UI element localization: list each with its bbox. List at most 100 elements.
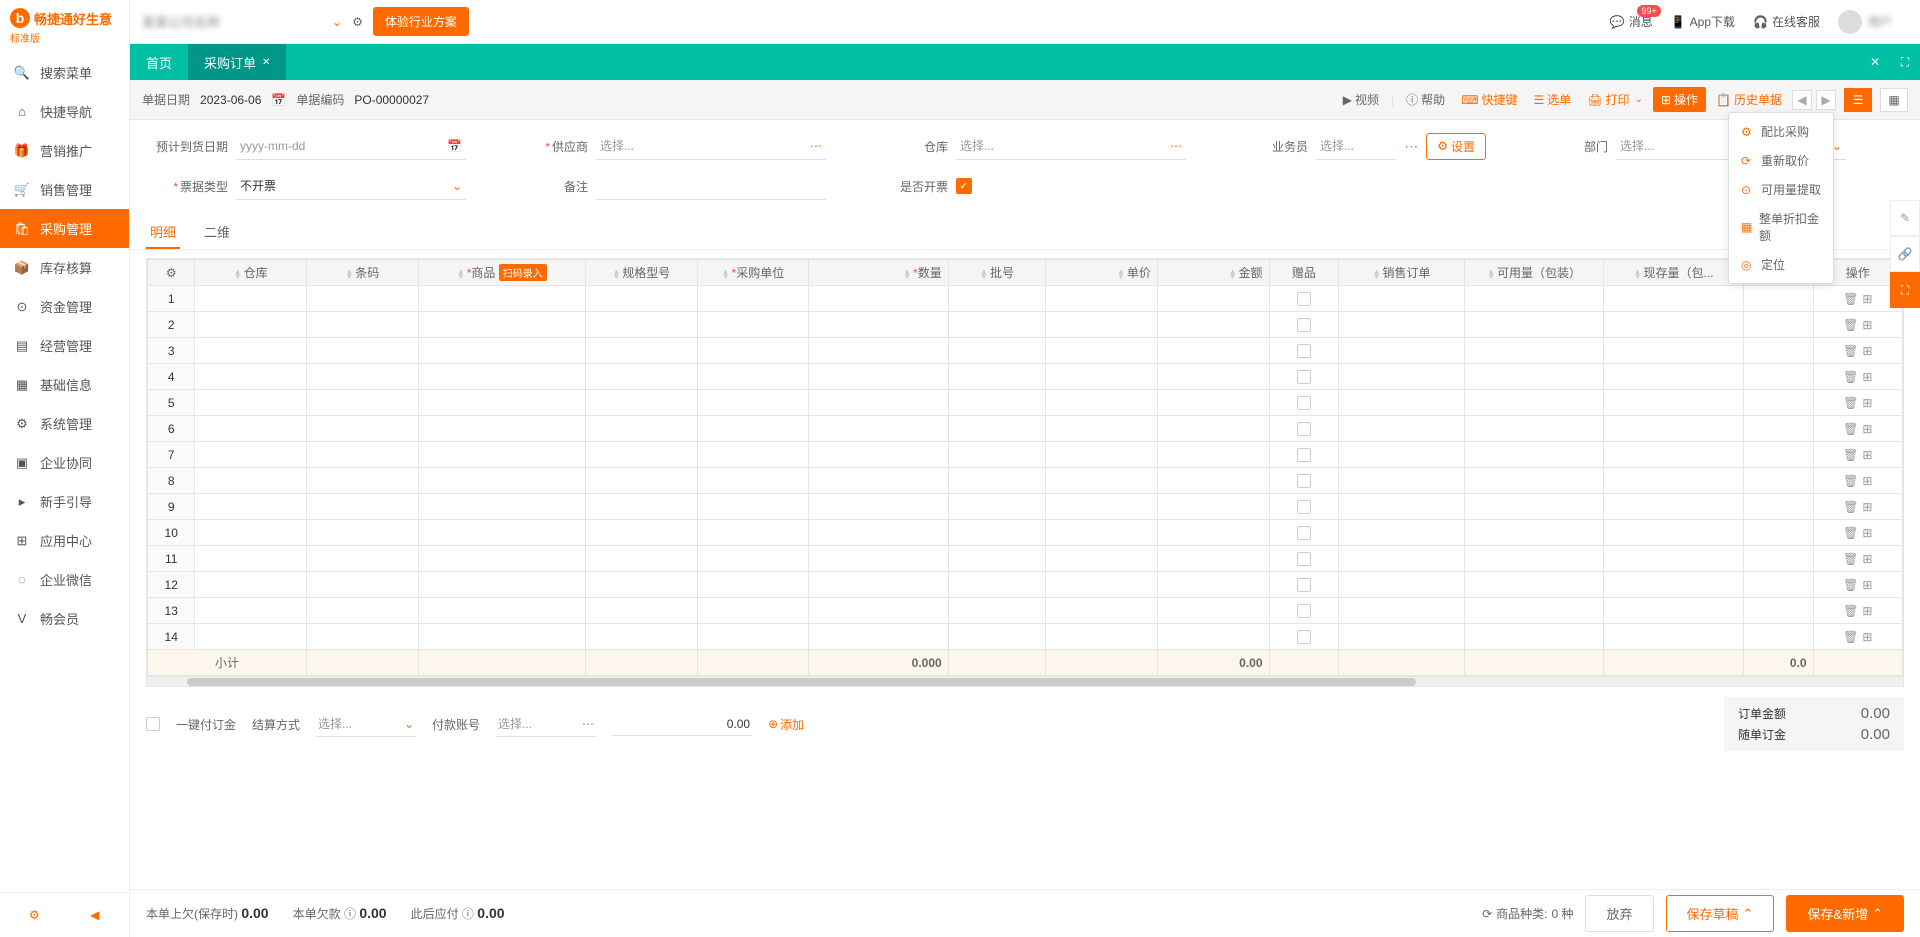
subtab-detail[interactable]: 明细 — [146, 216, 180, 249]
sidebar-collapse[interactable]: ◀ — [69, 901, 122, 929]
date-value[interactable]: 2023-06-06 — [200, 93, 261, 107]
gift-checkbox[interactable] — [1297, 604, 1311, 618]
delete-icon[interactable]: 🗑 — [1843, 474, 1858, 488]
refresh-icon[interactable]: ⟳ — [1482, 907, 1492, 921]
col-gift[interactable]: 赠品 — [1269, 260, 1339, 286]
company-name[interactable]: 某某公司名称 — [142, 12, 322, 31]
table-row[interactable]: 12🗑⊞ — [148, 572, 1903, 598]
delete-icon[interactable]: 🗑 — [1843, 422, 1858, 436]
subtab-2d[interactable]: 二维 — [200, 216, 234, 249]
tab-home[interactable]: 首页 — [130, 44, 188, 80]
nav-search[interactable]: 🔍搜索菜单 — [0, 53, 129, 92]
prev-button[interactable]: ◀ — [1792, 90, 1812, 110]
info-icon[interactable]: ⓘ — [344, 907, 356, 921]
table-row[interactable]: 11🗑⊞ — [148, 546, 1903, 572]
gift-checkbox[interactable] — [1297, 370, 1311, 384]
scan-tag[interactable]: 扫码录入 — [499, 264, 547, 281]
nav-quick[interactable]: ⌂快捷导航 — [0, 92, 129, 131]
delete-icon[interactable]: 🗑 — [1843, 396, 1858, 410]
nav-vip[interactable]: V畅会员 — [0, 599, 129, 638]
col-qty[interactable]: ▲▼*数量 — [809, 260, 949, 286]
company-settings-icon[interactable]: ⚙ — [352, 15, 363, 29]
msg-link[interactable]: 💬 消息 99+ — [1610, 13, 1653, 30]
dd-available[interactable]: ⊙可用量提取 — [1729, 175, 1833, 204]
help-link[interactable]: ⓘ帮助 — [1400, 87, 1451, 112]
gift-checkbox[interactable] — [1297, 318, 1311, 332]
gift-checkbox[interactable] — [1297, 474, 1311, 488]
nav-inventory[interactable]: 📦库存核算 — [0, 248, 129, 287]
col-batch[interactable]: ▲▼批号 — [948, 260, 1046, 286]
dd-locate[interactable]: ◎定位 — [1729, 250, 1833, 279]
col-available[interactable]: ▲▼可用量（包装） — [1464, 260, 1604, 286]
warehouse-input[interactable]: 选择...⋯ — [956, 132, 1186, 160]
col-salesorder[interactable]: ▲▼销售订单 — [1339, 260, 1465, 286]
gift-checkbox[interactable] — [1297, 630, 1311, 644]
nav-guide[interactable]: ▸新手引导 — [0, 482, 129, 521]
nav-wecom[interactable]: ◌企业微信 — [0, 560, 129, 599]
gift-checkbox[interactable] — [1297, 292, 1311, 306]
col-stock[interactable]: ▲▼现存量（包... — [1604, 260, 1744, 286]
delete-icon[interactable]: 🗑 — [1843, 552, 1858, 566]
app-download-link[interactable]: 📱App下载 — [1671, 13, 1735, 30]
insert-icon[interactable]: ⊞ — [1862, 500, 1872, 514]
paymethod-input[interactable]: 选择...⌄ — [316, 711, 416, 737]
tab-purchase-order[interactable]: 采购订单 ✕ — [188, 44, 286, 80]
remark-input[interactable] — [596, 172, 826, 200]
rail-attach[interactable]: 🔗 — [1890, 236, 1920, 272]
insert-icon[interactable]: ⊞ — [1862, 422, 1872, 436]
table-row[interactable]: 7🗑⊞ — [148, 442, 1903, 468]
delete-icon[interactable]: 🗑 — [1843, 500, 1858, 514]
table-row[interactable]: 1🗑⊞ — [148, 286, 1903, 312]
table-row[interactable]: 9🗑⊞ — [148, 494, 1903, 520]
insert-icon[interactable]: ⊞ — [1862, 552, 1872, 566]
insert-icon[interactable]: ⊞ — [1862, 396, 1872, 410]
dd-discount[interactable]: ▦整单折扣金额 — [1729, 204, 1833, 250]
view-list-button[interactable]: ☰ — [1844, 88, 1872, 112]
col-amount[interactable]: ▲▼金额 — [1157, 260, 1269, 286]
nav-apps[interactable]: ⊞应用中心 — [0, 521, 129, 560]
more-icon[interactable]: ⋯ — [1170, 139, 1182, 153]
gift-checkbox[interactable] — [1297, 422, 1311, 436]
nav-system[interactable]: ⚙系统管理 — [0, 404, 129, 443]
insert-icon[interactable]: ⊞ — [1862, 318, 1872, 332]
payaccount-input[interactable]: 选择...⋯ — [496, 711, 596, 737]
gift-checkbox[interactable] — [1297, 552, 1311, 566]
save-new-button[interactable]: 保存&新增⌃ — [1786, 895, 1904, 932]
insert-icon[interactable]: ⊞ — [1862, 292, 1872, 306]
invoice-checkbox[interactable]: ✓ — [956, 178, 972, 194]
cs-link[interactable]: 🎧在线客服 — [1753, 13, 1820, 30]
info-icon[interactable]: ⓘ — [462, 907, 474, 921]
delete-icon[interactable]: 🗑 — [1843, 344, 1858, 358]
select-link[interactable]: ☰选单 — [1528, 87, 1578, 112]
table-row[interactable]: 6🗑⊞ — [148, 416, 1903, 442]
nav-collab[interactable]: ▣企业协同 — [0, 443, 129, 482]
settings-button[interactable]: ⚙设置 — [1426, 133, 1486, 160]
close-icon[interactable]: ✕ — [262, 57, 270, 68]
table-row[interactable]: 2🗑⊞ — [148, 312, 1903, 338]
insert-icon[interactable]: ⊞ — [1862, 578, 1872, 592]
form-more-button[interactable]: ⋯ — [1404, 138, 1418, 155]
insert-icon[interactable]: ⊞ — [1862, 526, 1872, 540]
payvalue-input[interactable]: 0.00 — [612, 713, 752, 736]
view-grid-button[interactable]: ▦ — [1880, 88, 1908, 112]
expect-date-input[interactable]: yyyy-mm-dd📅 — [236, 132, 466, 160]
gift-checkbox[interactable] — [1297, 578, 1311, 592]
table-row[interactable]: 14🗑⊞ — [148, 624, 1903, 650]
sidebar-settings[interactable]: ⚙ — [8, 901, 61, 929]
history-link[interactable]: 📋历史单据 — [1710, 87, 1788, 112]
insert-icon[interactable]: ⊞ — [1862, 474, 1872, 488]
salesman-input[interactable]: 选择... — [1316, 132, 1396, 160]
nav-base[interactable]: ▦基础信息 — [0, 365, 129, 404]
supplier-input[interactable]: 选择...⋯ — [596, 132, 826, 160]
gift-checkbox[interactable] — [1297, 344, 1311, 358]
insert-icon[interactable]: ⊞ — [1862, 370, 1872, 384]
col-barcode[interactable]: ▲▼条码 — [307, 260, 419, 286]
print-link[interactable]: 🖨打印 — [1581, 87, 1649, 112]
delete-icon[interactable]: 🗑 — [1843, 526, 1858, 540]
nav-finance[interactable]: ⊙资金管理 — [0, 287, 129, 326]
save-draft-button[interactable]: 保存草稿⌃ — [1666, 895, 1775, 932]
delete-icon[interactable]: 🗑 — [1843, 630, 1858, 644]
gift-checkbox[interactable] — [1297, 500, 1311, 514]
table-row[interactable]: 13🗑⊞ — [148, 598, 1903, 624]
gift-checkbox[interactable] — [1297, 526, 1311, 540]
